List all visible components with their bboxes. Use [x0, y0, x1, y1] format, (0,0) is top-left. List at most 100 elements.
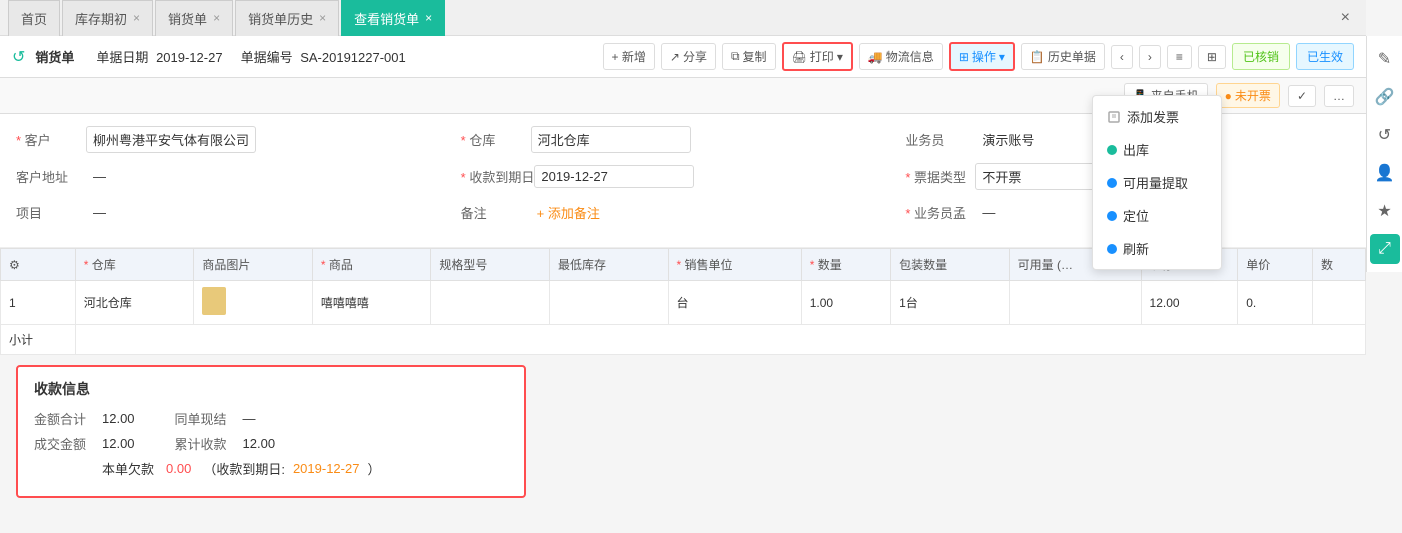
sidebar-expand-icon[interactable]: ⤢: [1370, 234, 1400, 264]
tab-view-sales[interactable]: 查看销货单 ×: [341, 0, 445, 36]
note-label: 备注: [461, 203, 531, 222]
cell-unit: 台: [668, 281, 801, 325]
operation-button[interactable]: ⊞ 操作 ▾: [949, 42, 1015, 71]
payment-row-1: 金额合计 12.00 同单现结 —: [34, 409, 508, 428]
locate-item[interactable]: 定位: [1093, 199, 1221, 232]
doc-icon: ↺: [12, 47, 25, 67]
tab-close-sales[interactable]: ×: [213, 11, 220, 25]
sidebar-edit-icon[interactable]: ✎: [1370, 44, 1400, 74]
col-product: 商品: [312, 249, 431, 281]
locate-dot: [1107, 211, 1117, 221]
sidebar-star-icon[interactable]: ★: [1370, 196, 1400, 226]
print-button[interactable]: 🖨 打印 ▾: [782, 42, 853, 71]
more-button[interactable]: …: [1324, 85, 1354, 107]
salesperson-label: 业务员: [905, 130, 975, 149]
balance-field: 本单欠款 0.00 （收款到期日: 2019-12-27 ）: [34, 459, 380, 478]
doc-type-label: 销货单: [35, 47, 74, 66]
warehouse-field: 仓库 河北仓库: [461, 126, 906, 153]
copy-icon: ⧉: [731, 49, 740, 64]
share-button[interactable]: ↗ 分享: [661, 43, 716, 70]
more-icon: …: [1333, 89, 1345, 103]
tab-home[interactable]: 首页: [8, 0, 60, 36]
address-value: —: [86, 165, 246, 188]
payment-row-2: 成交金额 12.00 累计收款 12.00: [34, 434, 508, 453]
balance-due-date: 2019-12-27: [293, 461, 360, 476]
tab-close-inventory[interactable]: ×: [133, 11, 140, 25]
operation-dropdown-arrow: ▾: [999, 50, 1005, 64]
customer-field: 客户 柳州粤港平安气体有限公司: [16, 126, 461, 153]
sidebar-refresh-icon[interactable]: ↺: [1370, 120, 1400, 150]
check-icon: ✓: [1297, 89, 1307, 103]
verified-badge: 已核销: [1232, 43, 1290, 70]
cell-product: 嘻嘻嘻嘻: [312, 281, 431, 325]
new-button[interactable]: + 新增: [603, 43, 655, 70]
cell-available: [1009, 281, 1141, 325]
balance-note: （收款到期日:: [203, 459, 285, 478]
add-invoice-item[interactable]: 添加发票: [1093, 100, 1221, 133]
tab-inventory-init[interactable]: 库存期初 ×: [62, 0, 153, 36]
list-view-button[interactable]: ≡: [1167, 45, 1192, 69]
same-order-settle-label: 同单现结: [175, 409, 235, 428]
total-received-field: 累计收款 12.00: [175, 434, 276, 453]
address-label: 客户地址: [16, 167, 86, 186]
warehouse-value[interactable]: 河北仓库: [531, 126, 691, 153]
deal-amount-value: 12.00: [102, 436, 135, 451]
window-close-button[interactable]: ×: [1333, 9, 1358, 27]
tab-close-view[interactable]: ×: [425, 11, 432, 25]
uninvoiced-button[interactable]: ● 未开票: [1216, 83, 1280, 108]
tab-bar: 首页 库存期初 × 销货单 × 销货单历史 × 查看销货单 × ×: [0, 0, 1366, 36]
project-field: 项目 —: [16, 201, 461, 224]
main-toolbar: ↺ 销货单 单据日期 2019-12-27 单据编号 SA-20191227-0…: [0, 36, 1366, 78]
note-add[interactable]: + 添加备注: [531, 200, 691, 225]
tab-close-history[interactable]: ×: [319, 11, 326, 25]
col-price: 单价: [1238, 249, 1313, 281]
payment-row-3: 本单欠款 0.00 （收款到期日: 2019-12-27 ）: [34, 459, 508, 478]
tab-sales-history[interactable]: 销货单历史 ×: [235, 0, 339, 36]
prev-button[interactable]: ‹: [1111, 45, 1133, 69]
date-label: 单据日期 2019-12-27: [92, 47, 222, 66]
confirm-button[interactable]: ✓: [1288, 85, 1316, 107]
warehouse-label: 仓库: [461, 130, 531, 149]
cell-quantity: 1.00: [801, 281, 890, 325]
cell-stock: 12.00: [1141, 281, 1238, 325]
refresh-item[interactable]: 刷新: [1093, 232, 1221, 265]
circle-icon: ●: [1225, 89, 1232, 103]
total-amount-value: 12.00: [102, 411, 135, 426]
history-icon: 📋: [1030, 50, 1045, 64]
outbound-dot: [1107, 145, 1117, 155]
total-received-label: 累计收款: [175, 434, 235, 453]
total-received-value: 12.00: [243, 436, 276, 451]
sidebar-link-icon[interactable]: 🔗: [1370, 82, 1400, 112]
deal-amount-label: 成交金额: [34, 434, 94, 453]
logistics-button[interactable]: 🚚 物流信息: [859, 43, 943, 70]
same-order-settle-field: 同单现结 —: [175, 409, 256, 428]
cell-price: 0.: [1238, 281, 1313, 325]
due-date-value[interactable]: 2019-12-27: [534, 165, 694, 188]
print-icon: 🖨: [792, 50, 807, 64]
col-warehouse: 仓库: [75, 249, 194, 281]
col-unit: 销售单位: [668, 249, 801, 281]
copy-button[interactable]: ⧉ 复制: [722, 43, 776, 70]
sidebar-user-icon[interactable]: 👤: [1370, 158, 1400, 188]
outbound-item[interactable]: 出库: [1093, 133, 1221, 166]
print-dropdown-arrow: ▾: [837, 50, 843, 64]
settings-icon: ⚙: [9, 258, 20, 272]
due-date-label: 收款到期日: [461, 167, 535, 186]
available-qty-item[interactable]: 可用量提取: [1093, 166, 1221, 199]
note-field: 备注 + 添加备注: [461, 200, 906, 225]
truck-icon: 🚚: [868, 50, 883, 64]
subtotal-label: 小计: [1, 325, 76, 355]
next-button[interactable]: ›: [1139, 45, 1161, 69]
subtotal-row: 小计: [1, 325, 1366, 355]
customer-value[interactable]: 柳州粤港平安气体有限公司: [86, 126, 256, 153]
payment-info-box: 收款信息 金额合计 12.00 同单现结 — 成交金额 12.00 累计收款 1…: [16, 365, 526, 498]
total-amount-field: 金额合计 12.00: [34, 409, 135, 428]
balance-value: 0.00: [166, 461, 191, 476]
deal-amount-field: 成交金额 12.00: [34, 434, 135, 453]
subtotal-cells: [75, 325, 1365, 355]
grid-view-button[interactable]: ⊞: [1198, 45, 1226, 69]
num-label: 单据编号 SA-20191227-001: [237, 47, 406, 66]
tab-sales-order[interactable]: 销货单 ×: [155, 0, 233, 36]
history-button[interactable]: 📋 历史单据: [1021, 43, 1105, 70]
invoice-icon: [1107, 110, 1121, 124]
